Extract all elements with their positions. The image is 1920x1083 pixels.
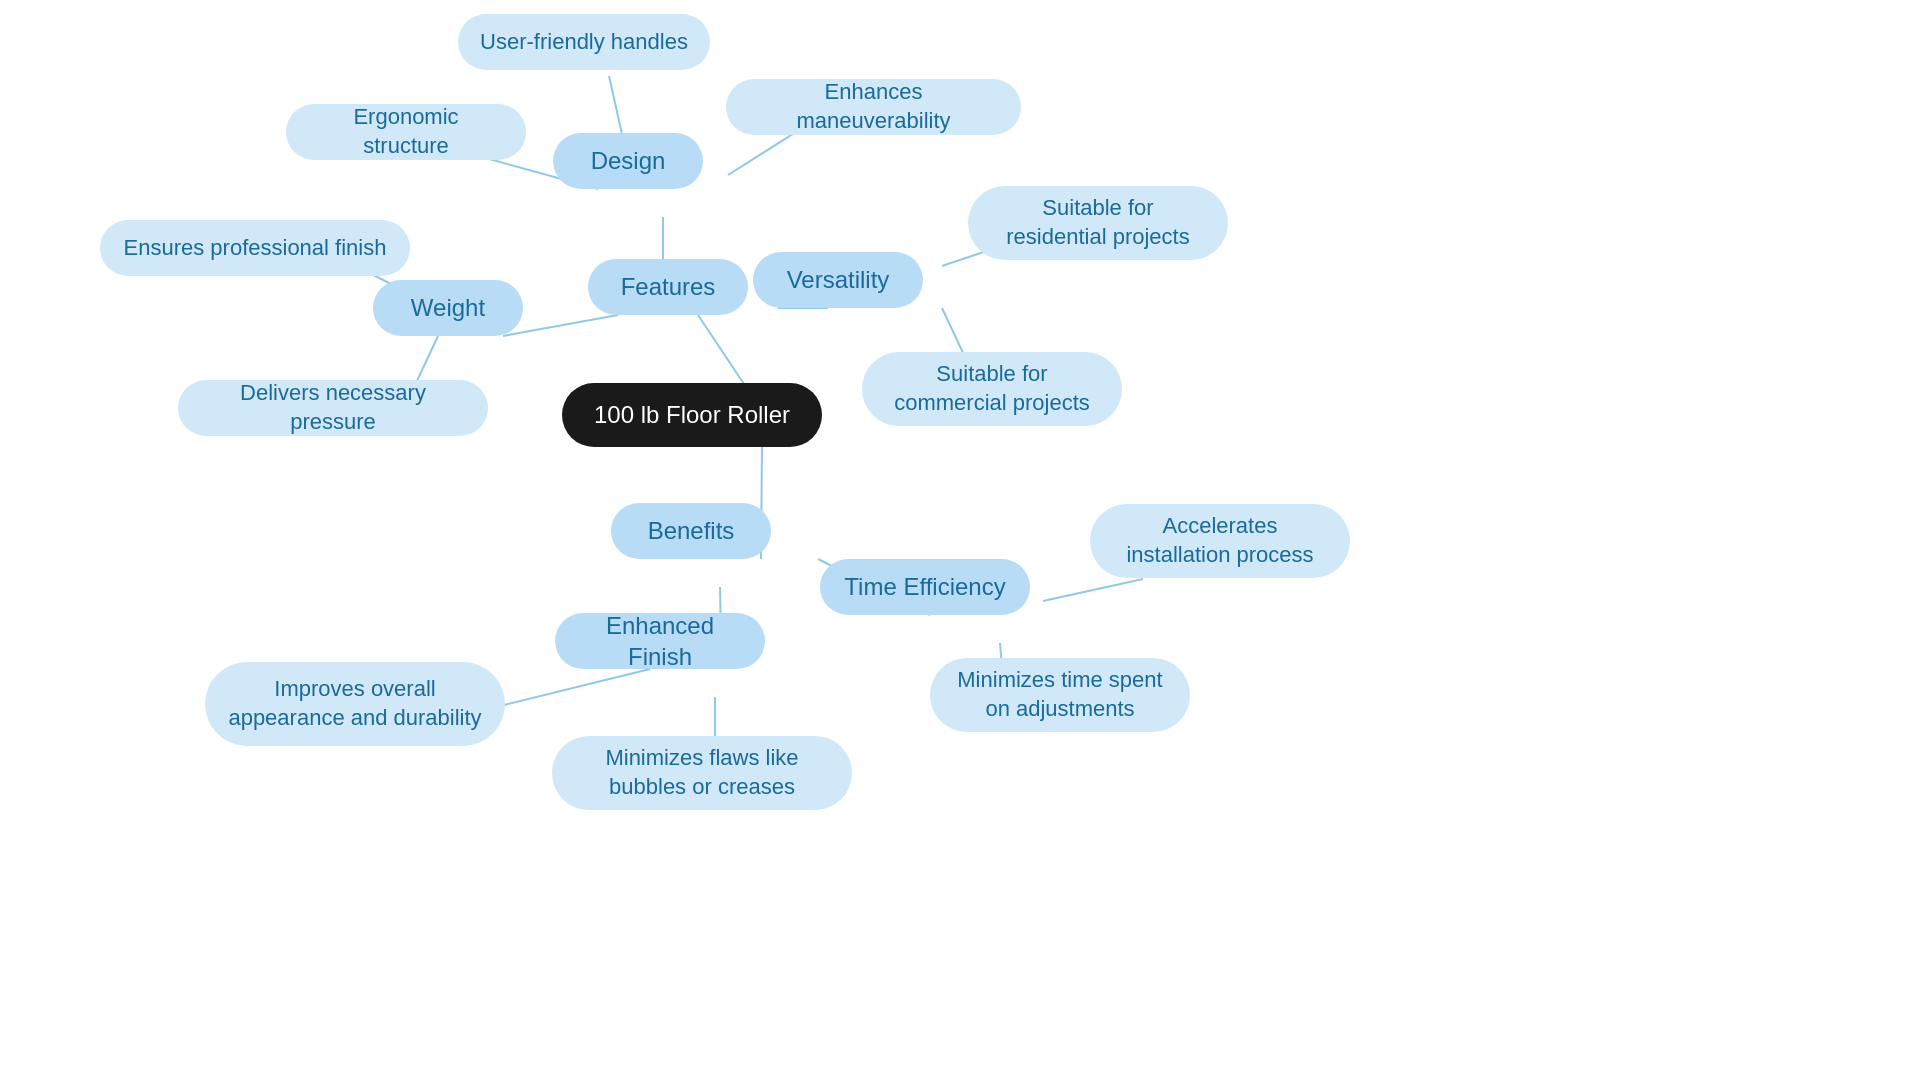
minimizes-time-node: Minimizes time spent on adjustments — [930, 658, 1190, 732]
svg-line-16 — [500, 669, 650, 706]
weight-label: Weight — [411, 292, 485, 323]
time-efficiency-node: Time Efficiency — [820, 559, 1030, 615]
maneuverability-label: Enhances maneuverability — [748, 78, 999, 135]
residential-node: Suitable for residential projects — [968, 186, 1228, 260]
weight-node: Weight — [373, 280, 523, 336]
design-node: Design — [553, 133, 703, 189]
versatility-node: Versatility — [753, 252, 923, 308]
improves-appearance-label: Improves overall appearance and durabili… — [227, 675, 483, 732]
enhanced-finish-node: Enhanced Finish — [555, 613, 765, 669]
minimizes-time-label: Minimizes time spent on adjustments — [952, 666, 1168, 723]
user-friendly-node: User-friendly handles — [458, 14, 710, 70]
accelerates-node: Accelerates installation process — [1090, 504, 1350, 578]
commercial-label: Suitable for commercial projects — [884, 360, 1100, 417]
ensures-pro-label: Ensures professional finish — [124, 234, 387, 263]
design-label: Design — [591, 145, 666, 176]
delivers-label: Delivers necessary pressure — [200, 379, 466, 436]
delivers-node: Delivers necessary pressure — [178, 380, 488, 436]
maneuverability-node: Enhances maneuverability — [726, 79, 1021, 135]
center-node: 100 lb Floor Roller — [562, 383, 822, 447]
enhanced-finish-label: Enhanced Finish — [577, 610, 743, 672]
minimizes-flaws-node: Minimizes flaws like bubbles or creases — [552, 736, 852, 810]
ensures-pro-node: Ensures professional finish — [100, 220, 410, 276]
minimizes-flaws-label: Minimizes flaws like bubbles or creases — [574, 744, 830, 801]
versatility-label: Versatility — [787, 264, 890, 295]
improves-appearance-node: Improves overall appearance and durabili… — [205, 662, 505, 746]
residential-label: Suitable for residential projects — [990, 194, 1206, 251]
commercial-node: Suitable for commercial projects — [862, 352, 1122, 426]
features-label: Features — [621, 271, 716, 302]
time-efficiency-label: Time Efficiency — [844, 571, 1005, 602]
features-node: Features — [588, 259, 748, 315]
center-label: 100 lb Floor Roller — [594, 399, 790, 430]
ergonomic-node: Ergonomic structure — [286, 104, 526, 160]
benefits-node: Benefits — [611, 503, 771, 559]
ergonomic-label: Ergonomic structure — [308, 103, 504, 160]
benefits-label: Benefits — [648, 515, 735, 546]
svg-line-14 — [1043, 579, 1143, 601]
accelerates-label: Accelerates installation process — [1112, 512, 1328, 569]
user-friendly-label: User-friendly handles — [480, 28, 688, 57]
